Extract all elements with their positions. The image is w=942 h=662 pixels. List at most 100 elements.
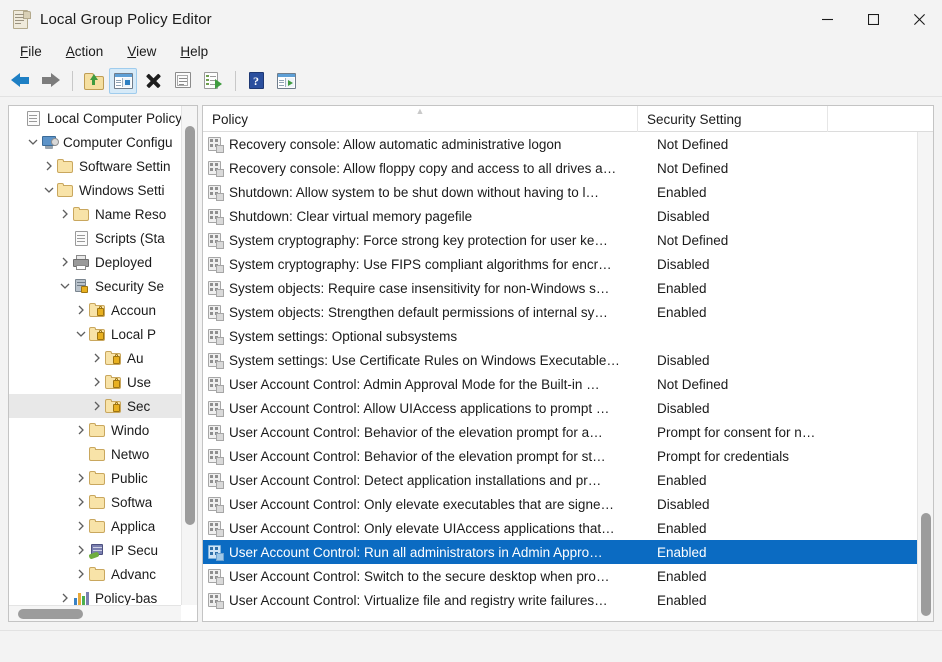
column-header-policy[interactable]: Policy ▲: [203, 106, 638, 132]
chevron-right-icon[interactable]: [89, 346, 105, 370]
chevron-down-icon[interactable]: [57, 274, 73, 298]
policy-name-cell: User Account Control: Behavior of the el…: [223, 425, 653, 440]
policy-row[interactable]: User Account Control: Only elevate UIAcc…: [203, 516, 917, 540]
tree-item[interactable]: Accoun: [9, 298, 181, 322]
policy-row[interactable]: User Account Control: Run all administra…: [203, 540, 917, 564]
tree-horizontal-scroll-thumb[interactable]: [18, 609, 83, 619]
policy-row[interactable]: System settings: Use Certificate Rules o…: [203, 348, 917, 372]
menu-action[interactable]: Action: [54, 41, 116, 63]
policy-row[interactable]: User Account Control: Allow UIAccess app…: [203, 396, 917, 420]
show-action-pane-button[interactable]: [272, 68, 300, 94]
policy-row[interactable]: User Account Control: Switch to the secu…: [203, 564, 917, 588]
forward-button[interactable]: [36, 68, 64, 94]
policy-row[interactable]: Shutdown: Clear virtual memory pagefileD…: [203, 204, 917, 228]
policy-row[interactable]: Shutdown: Allow system to be shut down w…: [203, 180, 917, 204]
toolbar: ?: [0, 65, 942, 97]
maximize-button[interactable]: [850, 0, 896, 38]
minimize-button[interactable]: [804, 0, 850, 38]
policy-row[interactable]: User Account Control: Detect application…: [203, 468, 917, 492]
tree-item[interactable]: Deployed: [9, 250, 181, 274]
policy-row[interactable]: Recovery console: Allow floppy copy and …: [203, 156, 917, 180]
list-vertical-scrollbar[interactable]: [917, 132, 933, 621]
chevron-right-icon[interactable]: [73, 298, 89, 322]
chevron-right-icon[interactable]: [41, 154, 57, 178]
policy-row[interactable]: System objects: Require case insensitivi…: [203, 276, 917, 300]
policy-row[interactable]: Recovery console: Allow automatic admini…: [203, 132, 917, 156]
tree-list[interactable]: Local Computer Policy Computer Configu Sof…: [9, 106, 181, 609]
policy-row[interactable]: System settings: Optional subsystems: [203, 324, 917, 348]
chevron-right-icon[interactable]: [89, 394, 105, 418]
chevron-right-icon[interactable]: [73, 490, 89, 514]
tree-item[interactable]: Name Reso: [9, 202, 181, 226]
tree-item[interactable]: Netwo: [9, 442, 181, 466]
tree-item-label: Local P: [106, 327, 156, 342]
chevron-right-icon[interactable]: [73, 418, 89, 442]
tree-item[interactable]: Sec: [9, 394, 181, 418]
policy-name-cell: User Account Control: Switch to the secu…: [223, 569, 653, 584]
tree-vertical-scroll-thumb[interactable]: [185, 126, 195, 525]
chevron-right-icon[interactable]: [57, 250, 73, 274]
up-one-level-button[interactable]: [79, 68, 107, 94]
chevron-down-icon[interactable]: [73, 322, 89, 346]
tree-horizontal-scrollbar[interactable]: [9, 605, 181, 621]
tree-item[interactable]: IP Secu: [9, 538, 181, 562]
tree-item[interactable]: Applica: [9, 514, 181, 538]
security-setting-cell: Disabled: [653, 353, 853, 368]
chevron-right-icon[interactable]: [73, 466, 89, 490]
tree-item[interactable]: Windo: [9, 418, 181, 442]
menu-view[interactable]: View: [115, 41, 168, 63]
properties-button[interactable]: [169, 68, 197, 94]
chevron-right-icon[interactable]: [73, 538, 89, 562]
back-button[interactable]: [6, 68, 34, 94]
tree-item[interactable]: Advanc: [9, 562, 181, 586]
policy-row[interactable]: User Account Control: Only elevate execu…: [203, 492, 917, 516]
tree-item[interactable]: Local Computer Policy: [9, 106, 181, 130]
export-list-button[interactable]: [199, 68, 227, 94]
chevron-right-icon[interactable]: [89, 370, 105, 394]
tree-item-label: Deployed: [90, 255, 152, 270]
tree-item[interactable]: Security Se: [9, 274, 181, 298]
delete-button[interactable]: [139, 68, 167, 94]
tree-item-label: Local Computer Policy: [42, 111, 181, 126]
title-bar: Local Group Policy Editor: [0, 0, 942, 38]
list-vertical-scroll-thumb[interactable]: [921, 513, 931, 616]
tree-item[interactable]: Softwa: [9, 490, 181, 514]
tree-item[interactable]: Software Settin: [9, 154, 181, 178]
tree-item[interactable]: Windows Setti: [9, 178, 181, 202]
menu-file[interactable]: File: [8, 41, 54, 63]
policy-row[interactable]: User Account Control: Virtualize file an…: [203, 588, 917, 612]
close-button[interactable]: [896, 0, 942, 38]
tree-item[interactable]: Computer Configu: [9, 130, 181, 154]
tree-item-label: Software Settin: [74, 159, 171, 174]
chevron-down-icon[interactable]: [25, 130, 41, 154]
chevron-right-icon[interactable]: [73, 514, 89, 538]
chevron-right-icon[interactable]: [57, 202, 73, 226]
policy-row[interactable]: User Account Control: Admin Approval Mod…: [203, 372, 917, 396]
chevron-right-icon[interactable]: [73, 562, 89, 586]
tree-item[interactable]: Scripts (Sta: [9, 226, 181, 250]
tree-item[interactable]: Au: [9, 346, 181, 370]
menu-help[interactable]: Help: [168, 41, 220, 63]
toolbar-separator-2: [235, 71, 236, 91]
security-setting-cell: Not Defined: [653, 377, 853, 392]
policy-row[interactable]: System cryptography: Force strong key pr…: [203, 228, 917, 252]
column-header-security-setting[interactable]: Security Setting: [638, 106, 828, 132]
tree-item[interactable]: Use: [9, 370, 181, 394]
policy-name-cell: Shutdown: Allow system to be shut down w…: [223, 185, 653, 200]
show-hide-tree-button[interactable]: [109, 68, 137, 94]
tree-vertical-scrollbar[interactable]: [181, 106, 197, 605]
tree-item[interactable]: Public: [9, 466, 181, 490]
chevron-down-icon[interactable]: [41, 178, 57, 202]
policy-rows-container[interactable]: Recovery console: Allow automatic admini…: [203, 132, 917, 621]
tree-item[interactable]: Local P: [9, 322, 181, 346]
policy-setting-icon: [208, 305, 223, 320]
policy-row[interactable]: System cryptography: Use FIPS compliant …: [203, 252, 917, 276]
policy-name-cell: System settings: Optional subsystems: [223, 329, 653, 344]
console-tree-pane[interactable]: Local Computer Policy Computer Configu Sof…: [8, 105, 198, 622]
help-button[interactable]: ?: [242, 68, 270, 94]
security-setting-cell: Enabled: [653, 521, 853, 536]
policy-row[interactable]: System objects: Strengthen default permi…: [203, 300, 917, 324]
policy-list-pane[interactable]: Policy ▲ Security Setting Recovery conso…: [202, 105, 934, 622]
policy-row[interactable]: User Account Control: Behavior of the el…: [203, 420, 917, 444]
policy-row[interactable]: User Account Control: Behavior of the el…: [203, 444, 917, 468]
